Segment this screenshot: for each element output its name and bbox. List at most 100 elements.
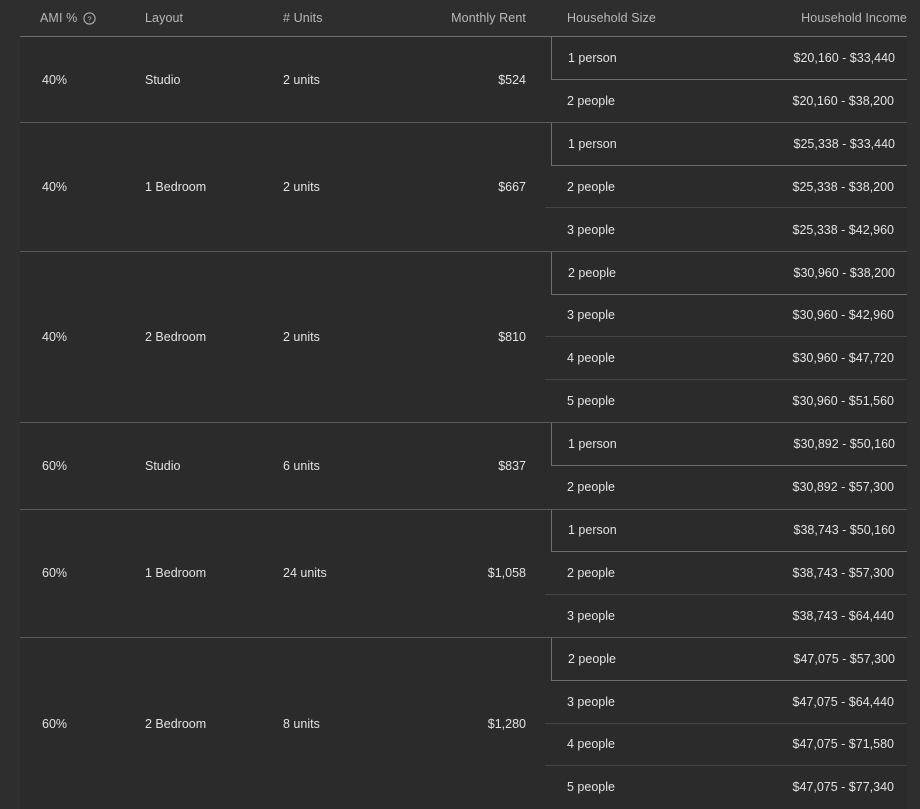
cell-monthly-rent: $810 — [498, 330, 526, 345]
affordable-housing-unit-table: AMI % ? Layout # Units Monthly Rent Hous… — [0, 0, 920, 809]
help-circle-icon[interactable]: ? — [83, 11, 96, 25]
cell-household-size: 2 people — [567, 565, 615, 580]
cell-household-income: $47,075 - $57,300 — [793, 652, 895, 667]
column-header-monthly-rent: Monthly Rent — [451, 11, 526, 25]
household-eligibility-list: 2 people $30,960 - $38,200 3 people $30,960… — [545, 251, 907, 423]
cell-household-size: 5 people — [567, 394, 615, 409]
cell-household-size: 1 person — [568, 437, 617, 452]
unit-group-summary: 60% 2 Bedroom 8 units $1,280 — [20, 638, 545, 808]
household-eligibility-row: 2 people $30,960 - $38,200 — [551, 251, 907, 295]
cell-household-size: 2 people — [567, 179, 615, 194]
svg-text:?: ? — [88, 14, 92, 23]
cell-monthly-rent: $1,280 — [487, 716, 526, 731]
cell-ami-percent: 40% — [42, 180, 68, 195]
cell-ami-percent: 60% — [42, 458, 68, 473]
unit-group-row: 60% 1 Bedroom 24 units $1,058 1 person $38,74… — [20, 509, 907, 639]
cell-household-size: 2 people — [567, 93, 615, 108]
cell-ami-percent: 60% — [42, 716, 68, 731]
household-eligibility-row: 2 people $47,075 - $57,300 — [551, 638, 907, 681]
cell-household-income: $30,960 - $51,560 — [792, 394, 894, 409]
cell-household-income: $20,160 - $38,200 — [792, 93, 894, 108]
cell-household-income: $25,338 - $33,440 — [793, 136, 895, 151]
cell-monthly-rent: $524 — [498, 72, 526, 87]
household-eligibility-list: 1 person $25,338 - $33,440 2 people $25,338… — [545, 123, 907, 251]
cell-household-income: $47,075 - $71,580 — [792, 737, 894, 752]
cell-household-income: $20,160 - $33,440 — [793, 50, 895, 65]
cell-household-size: 3 people — [567, 222, 615, 237]
table-header-row: AMI % ? Layout # Units Monthly Rent Hous… — [0, 0, 920, 36]
column-header-layout: Layout — [145, 11, 184, 25]
cell-household-income: $25,338 - $38,200 — [792, 179, 894, 194]
household-eligibility-row: 5 people $47,075 - $77,340 — [545, 766, 907, 809]
column-header-ami: AMI % ? — [0, 0, 145, 36]
unit-group-row: 60% 2 Bedroom 8 units $1,280 2 people $47,075… — [20, 638, 907, 809]
cell-household-income: $30,960 - $38,200 — [793, 265, 895, 280]
household-eligibility-row: 4 people $30,960 - $47,720 — [545, 337, 907, 380]
unit-group-summary: 40% 2 Bedroom 2 units $810 — [20, 252, 545, 422]
household-eligibility-row: 1 person $25,338 - $33,440 — [551, 123, 907, 166]
cell-household-size: 2 people — [568, 265, 616, 280]
cell-unit-count: 6 units — [283, 458, 320, 473]
column-header-household-income: Household Income — [801, 11, 907, 25]
cell-monthly-rent: $837 — [498, 458, 526, 473]
household-eligibility-row: 1 person $38,743 - $50,160 — [551, 509, 907, 553]
household-eligibility-row: 3 people $25,338 - $42,960 — [545, 208, 907, 251]
household-eligibility-row: 2 people $25,338 - $38,200 — [545, 166, 907, 209]
cell-household-size: 1 person — [568, 523, 617, 538]
unit-group-row: 40% 2 Bedroom 2 units $810 2 people $30,960 -… — [20, 251, 907, 424]
household-eligibility-row: 2 people $20,160 - $38,200 — [545, 80, 907, 123]
unit-group-row: 60% Studio 6 units $837 1 person $30,892 - $5… — [20, 423, 907, 510]
household-eligibility-row: 4 people $47,075 - $71,580 — [545, 724, 907, 767]
household-eligibility-list: 1 person $38,743 - $50,160 2 people $38,743… — [545, 509, 907, 638]
unit-group-row: 40% Studio 2 units $524 1 person $20,160 - $3… — [20, 37, 907, 124]
cell-layout: Studio — [145, 458, 181, 473]
cell-household-size: 1 person — [568, 50, 617, 65]
cell-ami-percent: 40% — [42, 72, 68, 87]
cell-monthly-rent: $1,058 — [487, 566, 526, 581]
cell-unit-count: 2 units — [283, 330, 320, 345]
cell-layout: 1 Bedroom — [145, 180, 207, 195]
cell-unit-count: 24 units — [283, 566, 327, 581]
unit-group-row: 40% 1 Bedroom 2 units $667 1 person $25,338 -… — [20, 123, 907, 252]
cell-household-size: 3 people — [567, 308, 615, 323]
cell-household-size: 2 people — [568, 652, 616, 667]
household-eligibility-row: 5 people $30,960 - $51,560 — [545, 380, 907, 423]
household-eligibility-row: 2 people $38,743 - $57,300 — [545, 552, 907, 595]
cell-household-income: $30,960 - $42,960 — [792, 308, 894, 323]
cell-layout: 2 Bedroom — [145, 330, 207, 345]
cell-ami-percent: 60% — [42, 566, 68, 581]
cell-household-income: $38,743 - $57,300 — [792, 565, 894, 580]
household-eligibility-row: 1 person $30,892 - $50,160 — [551, 423, 907, 466]
cell-household-income: $25,338 - $42,960 — [792, 222, 894, 237]
unit-group-summary: 60% 1 Bedroom 24 units $1,058 — [20, 510, 545, 638]
unit-group-summary: 60% Studio 6 units $837 — [20, 423, 545, 508]
cell-household-size: 1 person — [568, 136, 617, 151]
household-eligibility-row: 1 person $20,160 - $33,440 — [551, 37, 907, 80]
cell-household-size: 4 people — [567, 737, 615, 752]
column-header-household-size: Household Size — [567, 11, 656, 25]
cell-household-size: 2 people — [567, 480, 615, 495]
cell-layout: 2 Bedroom — [145, 716, 207, 731]
table-body: 40% Studio 2 units $524 1 person $20,160 - $3… — [20, 36, 907, 809]
cell-household-size: 3 people — [567, 609, 615, 624]
cell-unit-count: 2 units — [283, 180, 320, 195]
unit-group-summary: 40% 1 Bedroom 2 units $667 — [20, 123, 545, 251]
cell-unit-count: 8 units — [283, 716, 320, 731]
household-eligibility-list: 1 person $30,892 - $50,160 2 people $30,892… — [545, 423, 907, 508]
cell-unit-count: 2 units — [283, 72, 320, 87]
household-eligibility-list: 2 people $47,075 - $57,300 3 people $47,075… — [545, 638, 907, 808]
cell-household-size: 3 people — [567, 694, 615, 709]
cell-monthly-rent: $667 — [498, 180, 526, 195]
cell-household-income: $47,075 - $64,440 — [792, 694, 894, 709]
unit-group-summary: 40% Studio 2 units $524 — [20, 37, 545, 122]
cell-household-income: $47,075 - $77,340 — [792, 780, 894, 795]
cell-layout: 1 Bedroom — [145, 566, 207, 581]
household-eligibility-row: 2 people $30,892 - $57,300 — [545, 466, 907, 509]
column-header-units: # Units — [283, 11, 323, 25]
cell-household-income: $30,892 - $57,300 — [792, 480, 894, 495]
cell-household-income: $30,892 - $50,160 — [793, 437, 895, 452]
cell-household-income: $38,743 - $50,160 — [793, 523, 895, 538]
household-eligibility-row: 3 people $47,075 - $64,440 — [545, 681, 907, 724]
cell-layout: Studio — [145, 72, 181, 87]
cell-household-size: 4 people — [567, 350, 615, 365]
